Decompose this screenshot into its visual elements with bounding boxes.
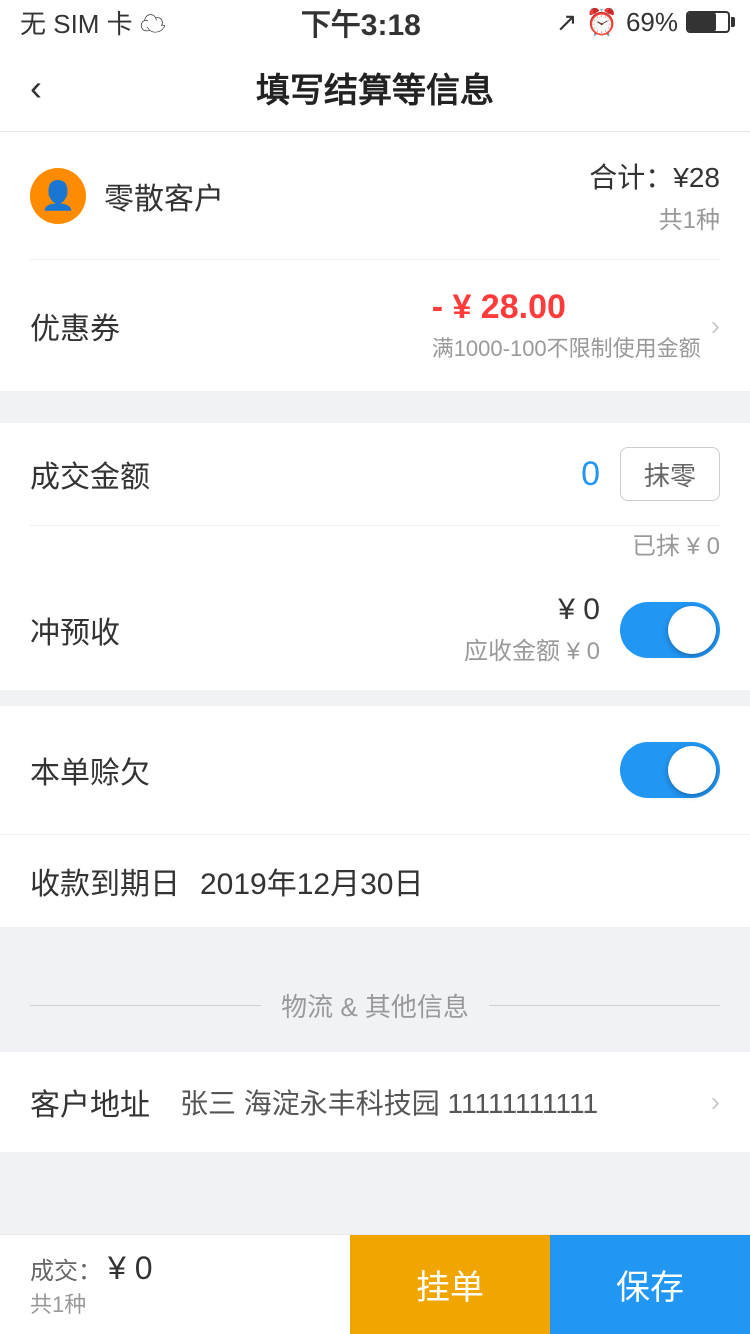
bottom-trans-row: 成交： ¥ 0: [30, 1250, 350, 1287]
coupon-row[interactable]: 优惠券 - ¥ 28.00 满1000-100不限制使用金额 ›: [0, 260, 750, 391]
logistics-title: 物流 & 其他信息: [261, 987, 489, 1024]
bottom-trans-amount: ¥ 0: [108, 1250, 152, 1287]
customer-right: 合计：¥28 共1种: [589, 156, 720, 235]
address-chevron-icon: ›: [711, 1086, 720, 1118]
alarm-icon: ⏰: [586, 7, 618, 38]
transaction-amount-value: 0: [581, 455, 600, 494]
bottom-count: 共1种: [30, 1287, 350, 1319]
prereceive-label: 冲预收: [30, 608, 120, 652]
debt-label: 本单赊欠: [30, 748, 150, 792]
hang-order-button[interactable]: 挂单: [350, 1235, 550, 1334]
transaction-amount-label: 成交金额: [30, 452, 150, 496]
coupon-info: - ¥ 28.00 满1000-100不限制使用金额: [432, 288, 701, 363]
toggle-knob: [668, 606, 716, 654]
section-gap-2: [0, 690, 750, 706]
prereceive-sub: 应收金额 ¥ 0: [464, 631, 600, 666]
debt-section: 本单赊欠 收款到期日 2019年12月30日: [0, 706, 750, 927]
duedate-row: 收款到期日 2019年12月30日: [0, 834, 750, 927]
section-gap-1: [0, 407, 750, 423]
customer-left: 👤 零散客户: [30, 168, 224, 224]
avatar: 👤: [30, 168, 86, 224]
debt-toggle[interactable]: [620, 742, 720, 798]
address-row[interactable]: 客户地址 张三 海淀永丰科技园 11111111111 ›: [0, 1052, 750, 1152]
prereceive-toggle[interactable]: [620, 602, 720, 658]
sim-status: 无 SIM 卡 ☁: [20, 4, 166, 41]
prereceive-right: ¥ 0 应收金额 ¥ 0: [464, 593, 720, 666]
customer-section: 👤 零散客户 合计：¥28 共1种 优惠券 - ¥ 28.00 满1000-10…: [0, 132, 750, 391]
chevron-right-icon: ›: [711, 310, 720, 342]
nav-bar: ‹ 填写结算等信息: [0, 44, 750, 132]
battery-percentage: 69%: [626, 7, 678, 38]
logistics-line-left: [30, 1005, 261, 1006]
battery-icon: [686, 11, 730, 33]
coupon-discount: - ¥ 28.00: [432, 288, 701, 327]
status-right: ↗ ⏰ 69%: [556, 7, 730, 38]
status-left: 无 SIM 卡 ☁: [20, 4, 166, 41]
customer-name: 零散客户: [104, 174, 224, 218]
back-button[interactable]: ‹: [30, 67, 42, 109]
duedate-value: 2019年12月30日: [200, 859, 423, 903]
address-value: 张三 海淀永丰科技园 11111111111: [180, 1082, 711, 1122]
coupon-right: - ¥ 28.00 满1000-100不限制使用金额 ›: [432, 288, 720, 363]
content-area: 👤 零散客户 合计：¥28 共1种 优惠券 - ¥ 28.00 满1000-10…: [0, 132, 750, 1288]
total-count: 共1种: [589, 200, 720, 235]
already-rounded: 已抹 ¥ 0: [30, 526, 720, 569]
amount-section: 成交金额 0 抹零 已抹 ¥ 0 冲预收 ¥ 0 应收金额 ¥ 0: [0, 423, 750, 690]
page-title: 填写结算等信息: [256, 63, 494, 112]
bottom-trans-label: 成交：: [30, 1251, 102, 1286]
prereceive-amount-group: ¥ 0 应收金额 ¥ 0: [464, 593, 600, 666]
section-gap-3: [0, 943, 750, 959]
location-icon: ↗: [556, 7, 578, 38]
amount-value-group: 0 抹零: [581, 447, 720, 501]
prereceive-row: 冲预收 ¥ 0 应收金额 ¥ 0: [30, 569, 720, 690]
avatar-icon: 👤: [41, 179, 76, 212]
customer-row: 👤 零散客户 合计：¥28 共1种: [0, 132, 750, 259]
address-label: 客户地址: [30, 1080, 150, 1124]
logistics-line-right: [489, 1005, 720, 1006]
coupon-label: 优惠券: [30, 304, 120, 348]
status-time: 下午3:18: [301, 0, 421, 44]
duedate-label: 收款到期日: [30, 859, 180, 903]
bottom-info: 成交： ¥ 0 共1种: [0, 1235, 350, 1334]
bottom-bar: 成交： ¥ 0 共1种 挂单 保存: [0, 1234, 750, 1334]
coupon-desc: 满1000-100不限制使用金额: [432, 331, 701, 363]
debt-row: 本单赊欠: [0, 706, 750, 834]
status-bar: 无 SIM 卡 ☁ 下午3:18 ↗ ⏰ 69%: [0, 0, 750, 44]
transaction-amount-row: 成交金额 0 抹零: [30, 423, 720, 526]
logistics-header: 物流 & 其他信息: [0, 959, 750, 1052]
prereceive-value: ¥ 0: [464, 593, 600, 627]
total-amount: 合计：¥28: [589, 156, 720, 196]
save-button[interactable]: 保存: [550, 1235, 750, 1334]
debt-toggle-knob: [668, 746, 716, 794]
address-section: 客户地址 张三 海淀永丰科技园 11111111111 ›: [0, 1052, 750, 1152]
round-button[interactable]: 抹零: [620, 447, 720, 501]
